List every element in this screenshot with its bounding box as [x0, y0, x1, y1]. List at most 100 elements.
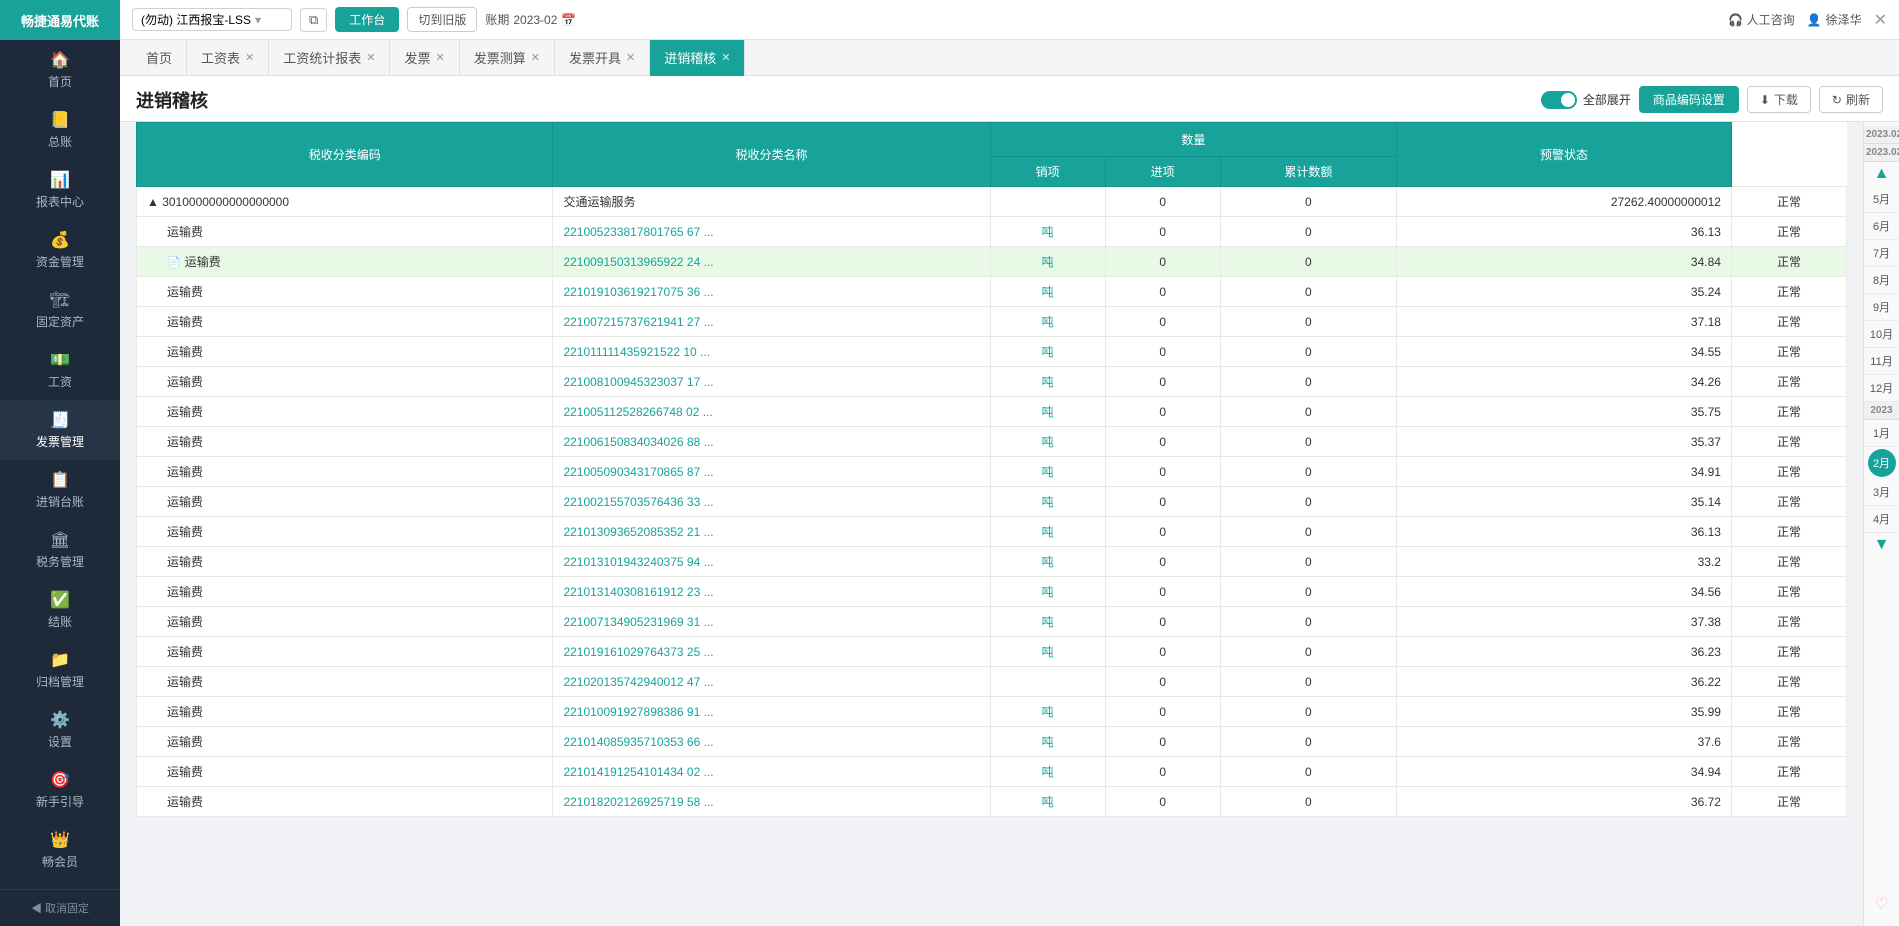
tab-home-label: 首页 — [146, 48, 172, 67]
sidebar-item-purchase-sales[interactable]: 📋 进销台账 — [0, 460, 120, 520]
sidebar-item-ledger[interactable]: 📒 总账 — [0, 100, 120, 160]
table-row-name: 221008100945323037 17 ... — [553, 367, 990, 397]
table-row-unit: 吨 — [990, 247, 1105, 277]
table-row-code: 运输费 — [137, 727, 553, 757]
cal-month-mar[interactable]: 3月 — [1864, 479, 1899, 506]
tab-invoice-close[interactable]: ✕ — [436, 51, 445, 64]
table-row-cumulative: 33.2 — [1396, 547, 1731, 577]
download-label: 下载 — [1774, 91, 1798, 108]
cal-month-nov[interactable]: 11月 — [1864, 348, 1899, 375]
tab-invoice-issue-close[interactable]: ✕ — [626, 51, 635, 64]
tab-reconciliation-close[interactable]: ✕ — [721, 51, 730, 64]
sidebar-item-assets-label: 固定资产 — [36, 313, 84, 330]
expand-toggle[interactable] — [1541, 91, 1577, 109]
user-menu[interactable]: 👤 徐泽华 — [1807, 11, 1862, 28]
cal-month-oct[interactable]: 10月 — [1864, 321, 1899, 348]
table-row-name: 221014191254101434 02 ... — [553, 757, 990, 787]
table-row-code: 运输费 — [137, 487, 553, 517]
tab-payroll-stats[interactable]: 工资统计报表 ✕ — [269, 40, 390, 76]
table-row-purchase-qty: 0 — [1220, 337, 1396, 367]
sidebar-collapse-btn[interactable]: ◀ 取消固定 — [0, 889, 120, 926]
table-row-status: 正常 — [1731, 607, 1846, 637]
tab-invoice-label: 发票 — [404, 48, 430, 67]
sidebar-item-reports[interactable]: 📊 报表中心 — [0, 160, 120, 220]
copy-button[interactable]: ⧉ — [300, 8, 327, 32]
sidebar: 畅捷通易代账 🏠 首页 📒 总账 📊 报表中心 💰 资金管理 🏗 固定资产 💵 … — [0, 0, 120, 926]
cal-month-apr[interactable]: 4月 — [1864, 506, 1899, 533]
sidebar-item-archive[interactable]: 📁 归档管理 — [0, 640, 120, 700]
cal-month-aug[interactable]: 8月 — [1864, 267, 1899, 294]
workbench-button[interactable]: 工作台 — [335, 7, 399, 32]
table-row-purchase-qty: 0 — [1220, 277, 1396, 307]
table-row-unit: 吨 — [990, 697, 1105, 727]
cal-month-feb[interactable]: 2月 — [1868, 449, 1896, 477]
tab-invoice[interactable]: 发票 ✕ — [390, 40, 459, 76]
sidebar-item-assets[interactable]: 🏗 固定资产 — [0, 280, 120, 340]
table-row-status: 正常 — [1731, 307, 1846, 337]
table-row-code: 运输费 — [137, 337, 553, 367]
table-area[interactable]: 税收分类编码 税收分类名称 数量 预警状态 销项 进项 累计数额 ▲ 30100… — [120, 122, 1863, 926]
table-row-purchase-qty: 0 — [1220, 397, 1396, 427]
sidebar-item-close-books[interactable]: ✅ 结账 — [0, 580, 120, 640]
table-row-name: 221011111435921522 10 ... — [553, 337, 990, 367]
table-row-unit — [990, 187, 1105, 217]
tab-invoice-calc[interactable]: 发票测算 ✕ — [460, 40, 555, 76]
table-row-name: 221019103619217075 36 ... — [553, 277, 990, 307]
table-row-sale-qty: 0 — [1105, 517, 1220, 547]
goods-settings-button[interactable]: 商品编码设置 — [1639, 86, 1739, 113]
table-row-code: 运输费 — [137, 277, 553, 307]
close-window-button[interactable]: ✕ — [1874, 10, 1887, 30]
company-selector[interactable]: (勿动) 江西报宝-LSS ▾ — [132, 8, 292, 31]
cal-month-jun[interactable]: 6月 — [1864, 213, 1899, 240]
cal-month-may[interactable]: 5月 — [1864, 186, 1899, 213]
download-button[interactable]: ⬇ 下载 — [1747, 86, 1811, 113]
table-row-purchase-qty: 0 — [1220, 187, 1396, 217]
tab-payroll[interactable]: 工资表 ✕ — [187, 40, 269, 76]
table-row-name: 221005233817801765 67 ... — [553, 217, 990, 247]
cal-year-prev-label: 2023.02 — [1864, 126, 1899, 144]
col-header-status: 预警状态 — [1396, 123, 1731, 187]
cal-month-jan[interactable]: 1月 — [1864, 420, 1899, 447]
table-row-sale-qty: 0 — [1105, 397, 1220, 427]
cal-month-jul[interactable]: 7月 — [1864, 240, 1899, 267]
sidebar-item-payroll[interactable]: 💵 工资 — [0, 340, 120, 400]
sidebar-item-invoice[interactable]: 🧾 发票管理 — [0, 400, 120, 460]
table-row-status: 正常 — [1731, 697, 1846, 727]
cal-month-dec[interactable]: 12月 — [1864, 375, 1899, 402]
sidebar-item-home[interactable]: 🏠 首页 — [0, 40, 120, 100]
table-row-status: 正常 — [1731, 337, 1846, 367]
sidebar-item-tax[interactable]: 🏛 税务管理 — [0, 520, 120, 580]
table-row-status: 正常 — [1731, 427, 1846, 457]
tab-invoice-issue[interactable]: 发票开具 ✕ — [555, 40, 650, 76]
sidebar-item-tax-label: 税务管理 — [36, 553, 84, 570]
refresh-button[interactable]: ↻ 刷新 — [1819, 86, 1883, 113]
sidebar-item-settings[interactable]: ⚙️ 设置 — [0, 700, 120, 760]
cal-month-sep[interactable]: 9月 — [1864, 294, 1899, 321]
switch-version-button[interactable]: 切到旧版 — [407, 7, 477, 32]
cal-down-button[interactable]: ▼ — [1864, 533, 1899, 557]
cal-up-button[interactable]: ▲ — [1864, 162, 1899, 186]
sidebar-item-guide[interactable]: 🎯 新手引导 — [0, 760, 120, 820]
table-row-code: 📄运输费 — [137, 247, 553, 277]
table-wrapper: 税收分类编码 税收分类名称 数量 预警状态 销项 进项 累计数额 ▲ 30100… — [120, 122, 1899, 926]
table-row-name: 221019161029764373 25 ... — [553, 637, 990, 667]
sidebar-item-funds[interactable]: 💰 资金管理 — [0, 220, 120, 280]
sidebar-item-settings-label: 设置 — [48, 733, 72, 750]
app-logo: 畅捷通易代账 — [0, 0, 120, 40]
table-row-purchase-qty: 0 — [1220, 697, 1396, 727]
tab-home[interactable]: 首页 — [132, 40, 187, 76]
table-row-purchase-qty: 0 — [1220, 757, 1396, 787]
table-row-cumulative: 37.38 — [1396, 607, 1731, 637]
funds-icon: 💰 — [50, 230, 70, 250]
sidebar-item-vip[interactable]: 👑 畅会员 — [0, 820, 120, 880]
support-button[interactable]: 🎧 人工咨询 — [1728, 11, 1794, 28]
table-row-name: 221002155703576436 33 ... — [553, 487, 990, 517]
tab-reconciliation[interactable]: 进销稽核 ✕ — [650, 40, 745, 76]
table-row-unit: 吨 — [990, 487, 1105, 517]
tab-invoice-calc-close[interactable]: ✕ — [531, 51, 540, 64]
table-row-cumulative: 34.94 — [1396, 757, 1731, 787]
tab-payroll-stats-close[interactable]: ✕ — [366, 51, 375, 64]
table-row-name: 交通运输服务 — [553, 187, 990, 217]
table-row-name: 221013140308161912 23 ... — [553, 577, 990, 607]
tab-payroll-close[interactable]: ✕ — [245, 51, 254, 64]
